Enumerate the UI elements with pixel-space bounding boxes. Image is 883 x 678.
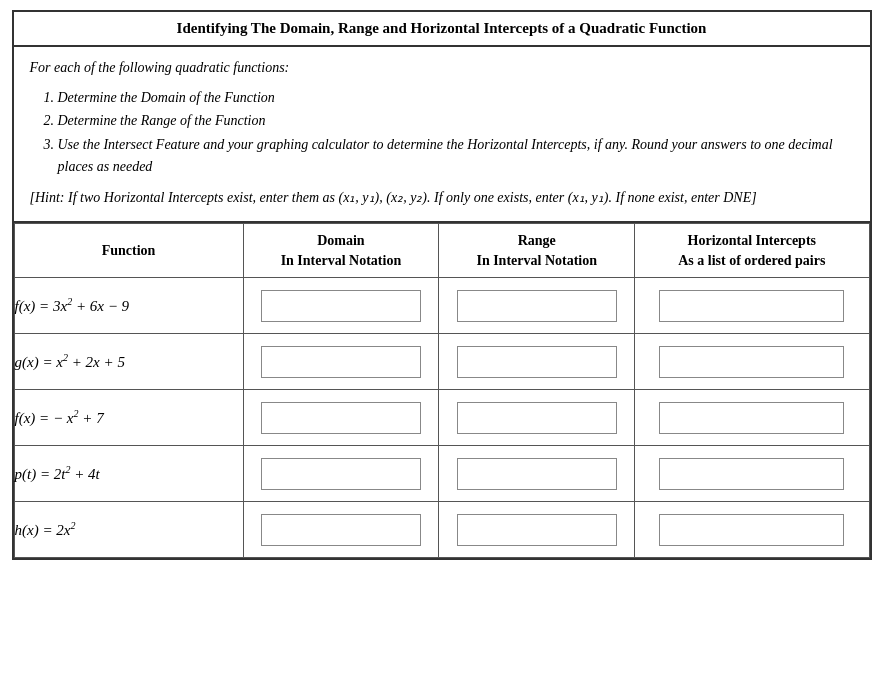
hint-text: [Hint: If two Horizontal Intercepts exis… (30, 187, 854, 209)
table-row: f(x) = − x2 + 7 (14, 390, 869, 446)
step-1: Determine the Domain of the Function (58, 87, 854, 109)
intercepts-cell-3[interactable] (635, 390, 869, 446)
domain-input-1[interactable] (261, 290, 421, 322)
intercepts-cell-2[interactable] (635, 334, 869, 390)
intercepts-cell-5[interactable] (635, 502, 869, 558)
intercepts-input-4[interactable] (659, 458, 844, 490)
worksheet-title: Identifying The Domain, Range and Horizo… (14, 12, 870, 47)
intercepts-input-2[interactable] (659, 346, 844, 378)
domain-cell-2[interactable] (243, 334, 439, 390)
domain-input-4[interactable] (261, 458, 421, 490)
table-row: g(x) = x2 + 2x + 5 (14, 334, 869, 390)
domain-input-2[interactable] (261, 346, 421, 378)
range-cell-3[interactable] (439, 390, 635, 446)
range-input-1[interactable] (457, 290, 617, 322)
instructions-section: For each of the following quadratic func… (14, 47, 870, 223)
function-cell-2: g(x) = x2 + 2x + 5 (14, 334, 243, 390)
intercepts-input-1[interactable] (659, 290, 844, 322)
header-intercepts: Horizontal InterceptsAs a list of ordere… (635, 224, 869, 278)
table-header-row: Function DomainIn Interval Notation Rang… (14, 224, 869, 278)
domain-cell-3[interactable] (243, 390, 439, 446)
steps-list: Determine the Domain of the Function Det… (58, 87, 854, 178)
function-cell-4: p(t) = 2t2 + 4t (14, 446, 243, 502)
domain-input-3[interactable] (261, 402, 421, 434)
range-cell-4[interactable] (439, 446, 635, 502)
function-cell-5: h(x) = 2x2 (14, 502, 243, 558)
table-row: f(x) = 3x2 + 6x − 9 (14, 278, 869, 334)
range-cell-1[interactable] (439, 278, 635, 334)
table-row: h(x) = 2x2 (14, 502, 869, 558)
intercepts-cell-1[interactable] (635, 278, 869, 334)
range-input-2[interactable] (457, 346, 617, 378)
range-cell-5[interactable] (439, 502, 635, 558)
function-label-4: p(t) = 2t2 + 4t (15, 466, 100, 482)
worksheet: Identifying The Domain, Range and Horizo… (12, 10, 872, 560)
intro-text: For each of the following quadratic func… (30, 57, 854, 79)
domain-cell-5[interactable] (243, 502, 439, 558)
intercepts-cell-4[interactable] (635, 446, 869, 502)
intercepts-input-5[interactable] (659, 514, 844, 546)
function-label-1: f(x) = 3x2 + 6x − 9 (15, 298, 130, 314)
function-label-2: g(x) = x2 + 2x + 5 (15, 354, 125, 370)
range-input-4[interactable] (457, 458, 617, 490)
step-3: Use the Intersect Feature and your graph… (58, 134, 854, 177)
range-input-5[interactable] (457, 514, 617, 546)
header-function: Function (14, 224, 243, 278)
range-cell-2[interactable] (439, 334, 635, 390)
domain-input-5[interactable] (261, 514, 421, 546)
table-row: p(t) = 2t2 + 4t (14, 446, 869, 502)
step-2: Determine the Range of the Function (58, 110, 854, 132)
intercepts-input-3[interactable] (659, 402, 844, 434)
function-cell-1: f(x) = 3x2 + 6x − 9 (14, 278, 243, 334)
domain-cell-4[interactable] (243, 446, 439, 502)
main-table: Function DomainIn Interval Notation Rang… (14, 223, 870, 558)
range-input-3[interactable] (457, 402, 617, 434)
header-range: RangeIn Interval Notation (439, 224, 635, 278)
function-cell-3: f(x) = − x2 + 7 (14, 390, 243, 446)
domain-cell-1[interactable] (243, 278, 439, 334)
function-label-5: h(x) = 2x2 (15, 522, 76, 538)
header-domain: DomainIn Interval Notation (243, 224, 439, 278)
function-label-3: f(x) = − x2 + 7 (15, 410, 104, 426)
